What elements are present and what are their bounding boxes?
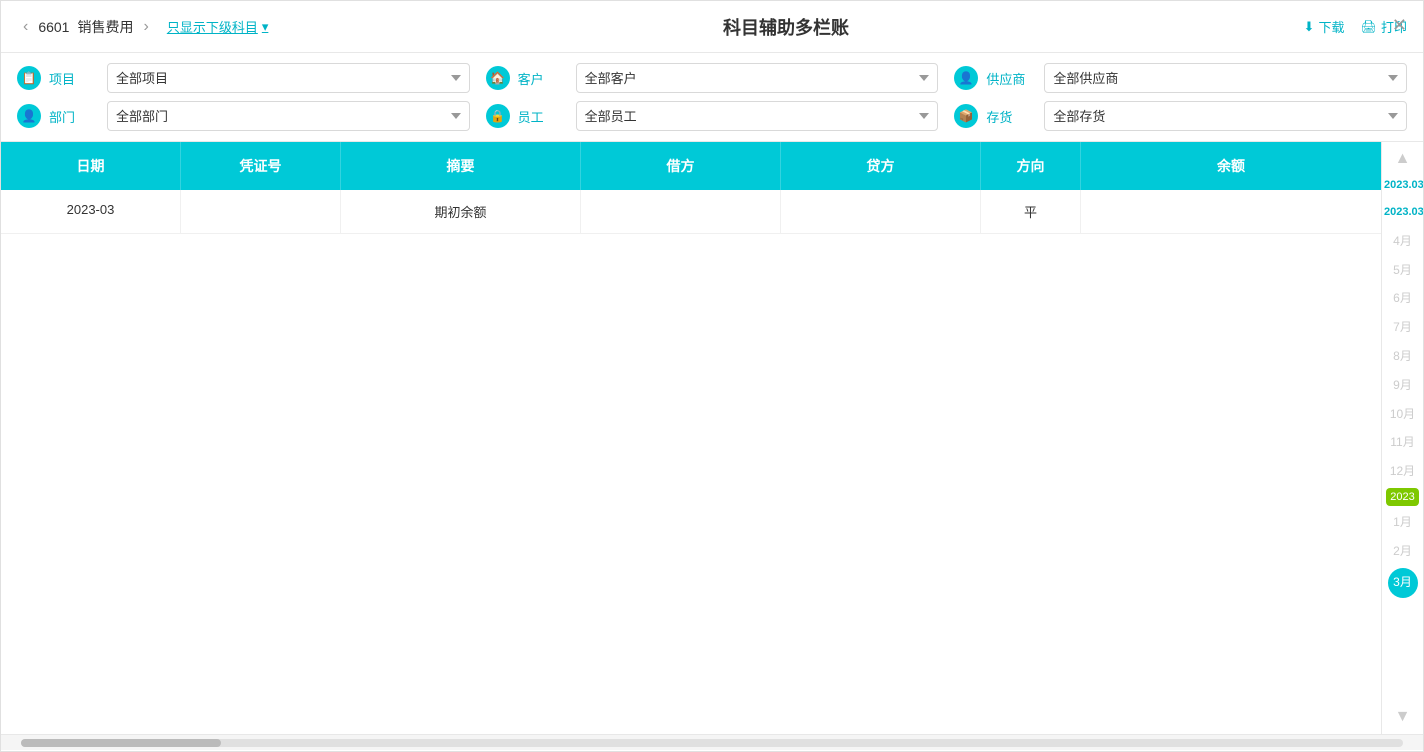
sidebar-item-10[interactable]: 10月: [1382, 400, 1423, 429]
filter-supplier: 👤 供应商 全部供应商: [954, 63, 1407, 93]
scrollbar-track: [21, 739, 1403, 747]
sidebar-year-badge[interactable]: 2023: [1386, 488, 1419, 506]
sidebar-item-6[interactable]: 6月: [1382, 284, 1423, 313]
sidebar-item-1[interactable]: 1月: [1382, 508, 1423, 537]
department-select[interactable]: 全部部门: [107, 101, 470, 131]
page-title: 科目辅助多栏账: [268, 14, 1303, 40]
cell-credit: [781, 190, 981, 233]
col-debit: 借方: [581, 142, 781, 190]
col-direction: 方向: [981, 142, 1081, 190]
filter-project: 📋 项目 全部项目: [17, 63, 470, 93]
prev-account-button[interactable]: ‹: [17, 16, 34, 38]
sidebar-item-2023-03-1[interactable]: 2023.03: [1382, 172, 1423, 199]
sidebar-item-9[interactable]: 9月: [1382, 371, 1423, 400]
download-label: 下载: [1318, 17, 1344, 36]
table-body: 2023-03 期初余额 平: [1, 190, 1381, 234]
project-select[interactable]: 全部项目: [107, 63, 470, 93]
supplier-icon: 👤: [954, 66, 978, 90]
col-voucher: 凭证号: [181, 142, 341, 190]
sidebar-item-4[interactable]: 4月: [1382, 227, 1423, 256]
show-sub-button[interactable]: 只显示下级科目 ▾: [167, 17, 269, 36]
filter-inventory: 📦 存货 全部存货: [954, 101, 1407, 131]
next-account-button[interactable]: ›: [137, 16, 154, 38]
print-icon: 🖨: [1360, 19, 1377, 35]
department-label: 部门: [49, 107, 99, 126]
sidebar-item-8[interactable]: 8月: [1382, 342, 1423, 371]
account-code: 6601: [38, 19, 69, 35]
cell-date: 2023-03: [1, 190, 181, 233]
sidebar-down-nav[interactable]: ▼: [1391, 704, 1415, 730]
filter-customer: 🏠 客户 全部客户: [486, 63, 939, 93]
sidebar-item-11[interactable]: 11月: [1382, 428, 1423, 457]
employee-label: 员工: [518, 107, 568, 126]
sidebar-item-7[interactable]: 7月: [1382, 313, 1423, 342]
cell-summary: 期初余额: [341, 190, 581, 233]
supplier-label: 供应商: [986, 69, 1036, 88]
table-header: 日期 凭证号 摘要 借方 贷方 方向 余额: [1, 142, 1381, 190]
close-button[interactable]: ✕: [1392, 15, 1407, 36]
cell-voucher: [181, 190, 341, 233]
project-label: 项目: [49, 69, 99, 88]
cell-balance: [1081, 190, 1381, 233]
sidebar-up-nav[interactable]: ▲: [1391, 146, 1415, 172]
cell-debit: [581, 190, 781, 233]
department-icon: 👤: [17, 104, 41, 128]
project-icon: 📋: [17, 66, 41, 90]
show-sub-label: 只显示下级科目: [167, 17, 258, 36]
filter-employee: 🔒 员工 全部员工: [486, 101, 939, 131]
employee-select[interactable]: 全部员工: [576, 101, 939, 131]
table-area: 日期 凭证号 摘要 借方 贷方 方向 余额 2023-03 期初余额 平: [1, 142, 1381, 734]
customer-label: 客户: [518, 69, 568, 88]
table-row: 2023-03 期初余额 平: [1, 190, 1381, 234]
col-balance: 余额: [1081, 142, 1381, 190]
employee-icon: 🔒: [486, 104, 510, 128]
col-date: 日期: [1, 142, 181, 190]
sidebar-item-2023-03-2[interactable]: 2023.03: [1382, 199, 1423, 226]
sidebar-item-5[interactable]: 5月: [1382, 256, 1423, 285]
scrollbar-area[interactable]: [1, 734, 1423, 750]
customer-icon: 🏠: [486, 66, 510, 90]
supplier-select[interactable]: 全部供应商: [1044, 63, 1407, 93]
sidebar-item-12[interactable]: 12月: [1382, 457, 1423, 486]
download-button[interactable]: ⬇ 下载: [1304, 17, 1345, 36]
col-credit: 贷方: [781, 142, 981, 190]
right-sidebar: ▲ 2023.03 2023.03 4月 5月 6月 7月 8月 9月 10月 …: [1381, 142, 1423, 734]
filter-area: 📋 项目 全部项目 🏠 客户 全部客户 👤 供应商 全部供应商 👤 部门 全: [1, 53, 1423, 142]
account-name: 销售费用: [77, 17, 133, 37]
customer-select[interactable]: 全部客户: [576, 63, 939, 93]
sidebar-item-2[interactable]: 2月: [1382, 537, 1423, 566]
inventory-icon: 📦: [954, 104, 978, 128]
col-summary: 摘要: [341, 142, 581, 190]
scrollbar-thumb[interactable]: [21, 739, 221, 747]
filter-department: 👤 部门 全部部门: [17, 101, 470, 131]
inventory-label: 存货: [986, 107, 1036, 126]
sidebar-item-3-active[interactable]: 3月: [1388, 568, 1418, 598]
cell-direction: 平: [981, 190, 1081, 233]
download-icon: ⬇: [1304, 19, 1315, 35]
inventory-select[interactable]: 全部存货: [1044, 101, 1407, 131]
